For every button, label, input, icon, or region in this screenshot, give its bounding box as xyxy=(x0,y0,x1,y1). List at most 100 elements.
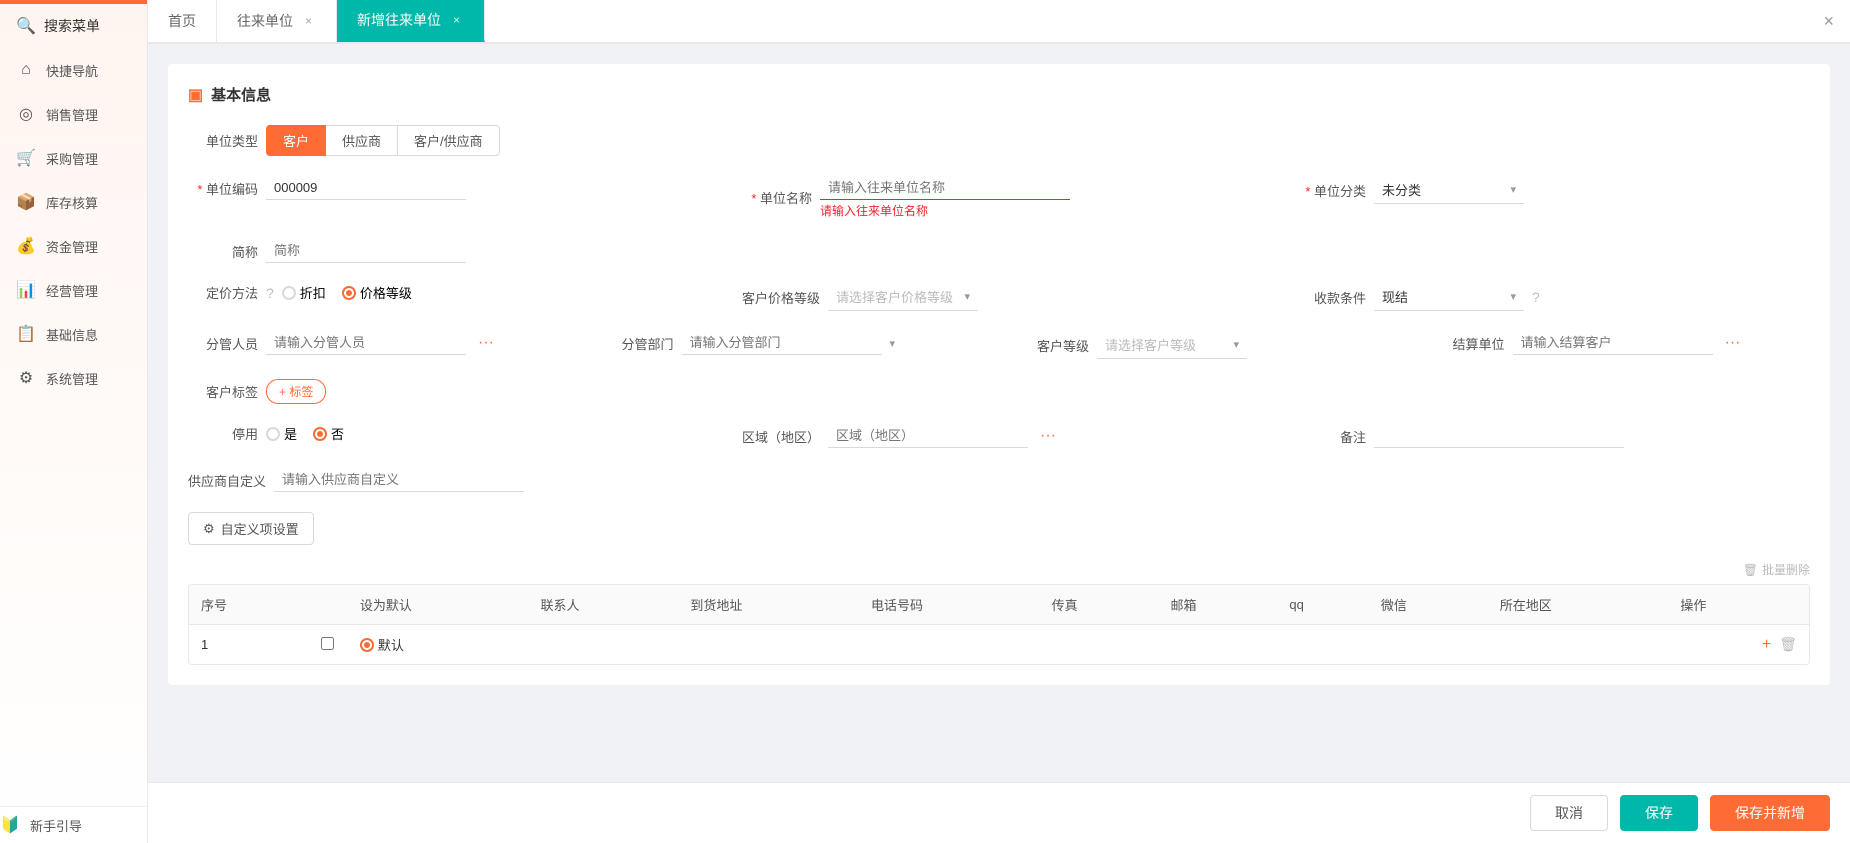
short-name-input[interactable] xyxy=(266,239,466,263)
chevron-down-icon4: ▾ xyxy=(890,337,896,350)
supplier-custom-input[interactable] xyxy=(274,468,524,492)
section-title-text: 基本信息 xyxy=(211,84,271,105)
sidebar-item-quick-nav[interactable]: ⌂ 快捷导航 xyxy=(0,48,147,92)
pricing-help-icon[interactable]: ? xyxy=(266,285,274,301)
row-delete-icon[interactable]: 🗑 xyxy=(1779,636,1797,653)
sidebar-item-label: 新手引导 xyxy=(30,816,82,835)
payment-terms-select[interactable]: 现结 ▾ xyxy=(1374,283,1524,311)
batch-delete-button[interactable]: 🗑 批量删除 xyxy=(188,561,1810,578)
col-address: 到货地址 xyxy=(678,585,859,625)
tab-home[interactable]: 首页 xyxy=(148,0,217,42)
sidebar-item-sales[interactable]: ◎ 销售管理 xyxy=(0,92,147,136)
tab-new-counterparty-close[interactable]: × xyxy=(449,11,464,29)
col-area: 所在地区 xyxy=(1488,585,1669,625)
tab-new-counterparty[interactable]: 新增往来单位 × xyxy=(337,0,485,42)
pricing-level-option[interactable]: 价格等级 xyxy=(342,283,412,302)
settlement-more-icon[interactable]: ··· xyxy=(1721,334,1745,352)
sidebar-item-system[interactable]: ⚙ 系统管理 xyxy=(0,356,147,400)
sidebar-item-inventory[interactable]: 📦 库存核算 xyxy=(0,180,147,224)
unit-name-group: 单位名称 请输入往来单位名称 xyxy=(742,176,1256,219)
sidebar-item-label: 基础信息 xyxy=(46,325,98,344)
unit-code-label: 单位编码 xyxy=(188,179,258,198)
manager-label: 分管人员 xyxy=(188,334,258,353)
custom-settings-button[interactable]: ⚙ 自定义项设置 xyxy=(188,512,314,545)
table-header-row: 序号 设为默认 联系人 到货地址 电话号码 传真 邮箱 qq 微信 所在地区 操… xyxy=(189,585,1809,625)
chevron-down-icon: ▾ xyxy=(1510,183,1516,196)
disabled-group: 停用 是 否 xyxy=(188,424,702,443)
tags-group: 客户标签 + 标签 xyxy=(188,379,1810,404)
customer-price-select[interactable]: 请选择客户价格等级 ▾ xyxy=(828,283,978,311)
sidebar-item-guide[interactable]: 🔰 新手引导 xyxy=(0,806,147,843)
row-wechat xyxy=(1369,625,1488,665)
table-row: 1 默认 xyxy=(189,625,1809,665)
disabled-yes-option[interactable]: 是 xyxy=(266,424,297,443)
disabled-yes-label: 是 xyxy=(284,424,297,443)
row-add-icon[interactable]: + xyxy=(1762,636,1771,654)
save-button[interactable]: 保存 xyxy=(1620,795,1698,831)
window-close-button[interactable]: × xyxy=(1807,0,1850,42)
disabled-yes-radio[interactable] xyxy=(266,427,280,441)
cancel-button[interactable]: 取消 xyxy=(1530,795,1608,831)
department-input[interactable] xyxy=(682,331,882,355)
sidebar-search[interactable]: 🔍 搜索菜单 xyxy=(0,4,147,48)
notes-input[interactable] xyxy=(1374,424,1624,448)
add-tag-button[interactable]: + 标签 xyxy=(266,379,326,404)
tab-counterparty-close[interactable]: × xyxy=(301,12,316,30)
table-body: 1 默认 xyxy=(189,625,1809,665)
col-phone: 电话号码 xyxy=(859,585,1040,625)
settlement-input[interactable] xyxy=(1513,331,1713,355)
pricing-discount-option[interactable]: 折扣 xyxy=(282,283,326,302)
customer-price-label: 客户价格等级 xyxy=(742,288,820,307)
department-label: 分管部门 xyxy=(604,334,674,353)
tags-label: 客户标签 xyxy=(188,382,258,401)
pricing-discount-label: 折扣 xyxy=(300,283,326,302)
tags-row: 客户标签 + 标签 xyxy=(188,379,1810,404)
row-qq xyxy=(1277,625,1368,665)
notes-group: 备注 xyxy=(1296,424,1810,448)
payment-help-icon[interactable]: ? xyxy=(1532,289,1540,305)
sidebar-item-purchase[interactable]: 🛒 采购管理 xyxy=(0,136,147,180)
manager-input[interactable] xyxy=(266,331,466,355)
unit-code-group: 单位编码 xyxy=(188,176,702,200)
row-default-radio-label[interactable]: 默认 xyxy=(360,635,517,654)
sidebar-item-operations[interactable]: 📊 经营管理 xyxy=(0,268,147,312)
row-default-radio[interactable] xyxy=(360,638,374,652)
contacts-table: 序号 设为默认 联系人 到货地址 电话号码 传真 邮箱 qq 微信 所在地区 操… xyxy=(189,585,1809,664)
manager-row: 分管人员 ··· 分管部门 ▾ 客户等级 请选择客户等级 ▾ xyxy=(188,331,1810,359)
col-wechat: 微信 xyxy=(1369,585,1488,625)
pricing-radio-group: 折扣 价格等级 xyxy=(282,283,412,302)
tab-counterparty[interactable]: 往来单位 × xyxy=(217,0,337,42)
unit-category-select[interactable]: 未分类 ▾ xyxy=(1374,176,1524,204)
sidebar-item-label: 快捷导航 xyxy=(46,61,98,80)
unit-category-value: 未分类 xyxy=(1382,180,1506,199)
sidebar-item-basic[interactable]: 📋 基础信息 xyxy=(0,312,147,356)
unit-type-both-btn[interactable]: 客户/供应商 xyxy=(398,125,500,156)
pricing-discount-radio[interactable] xyxy=(282,286,296,300)
disabled-region-row: 停用 是 否 区域（地区） xyxy=(188,424,1810,448)
col-actions: 操作 xyxy=(1668,585,1809,625)
disabled-label: 停用 xyxy=(188,424,258,443)
region-group: 区域（地区） ··· xyxy=(742,424,1256,448)
disabled-no-radio[interactable] xyxy=(313,427,327,441)
section-title: ▣ 基本信息 xyxy=(188,84,1810,105)
row-contact xyxy=(529,625,679,665)
save-new-button[interactable]: 保存并新增 xyxy=(1710,795,1830,831)
manager-more-icon[interactable]: ··· xyxy=(474,334,498,352)
pricing-level-radio[interactable] xyxy=(342,286,356,300)
disabled-no-option[interactable]: 否 xyxy=(313,424,344,443)
sidebar-item-finance[interactable]: 💰 资金管理 xyxy=(0,224,147,268)
region-more-icon[interactable]: ··· xyxy=(1036,427,1060,445)
unit-name-input[interactable] xyxy=(820,176,1070,200)
sidebar-item-label: 采购管理 xyxy=(46,149,98,168)
chevron-down-icon5: ▾ xyxy=(1233,338,1239,351)
row-checkbox[interactable] xyxy=(321,637,334,650)
unit-type-customer-btn[interactable]: 客户 xyxy=(266,125,326,156)
chevron-down-icon3: ▾ xyxy=(1510,290,1516,303)
form-content: ▣ 基本信息 单位类型 客户 供应商 客户/供应商 单位编码 xyxy=(148,44,1850,782)
customer-level-select[interactable]: 请选择客户等级 ▾ xyxy=(1097,331,1247,359)
unit-code-input[interactable] xyxy=(266,176,466,200)
unit-category-group: 单位分类 未分类 ▾ xyxy=(1296,176,1810,204)
tab-bar: 首页 往来单位 × 新增往来单位 × × xyxy=(148,0,1850,44)
region-input[interactable] xyxy=(828,424,1028,448)
unit-type-supplier-btn[interactable]: 供应商 xyxy=(326,125,398,156)
